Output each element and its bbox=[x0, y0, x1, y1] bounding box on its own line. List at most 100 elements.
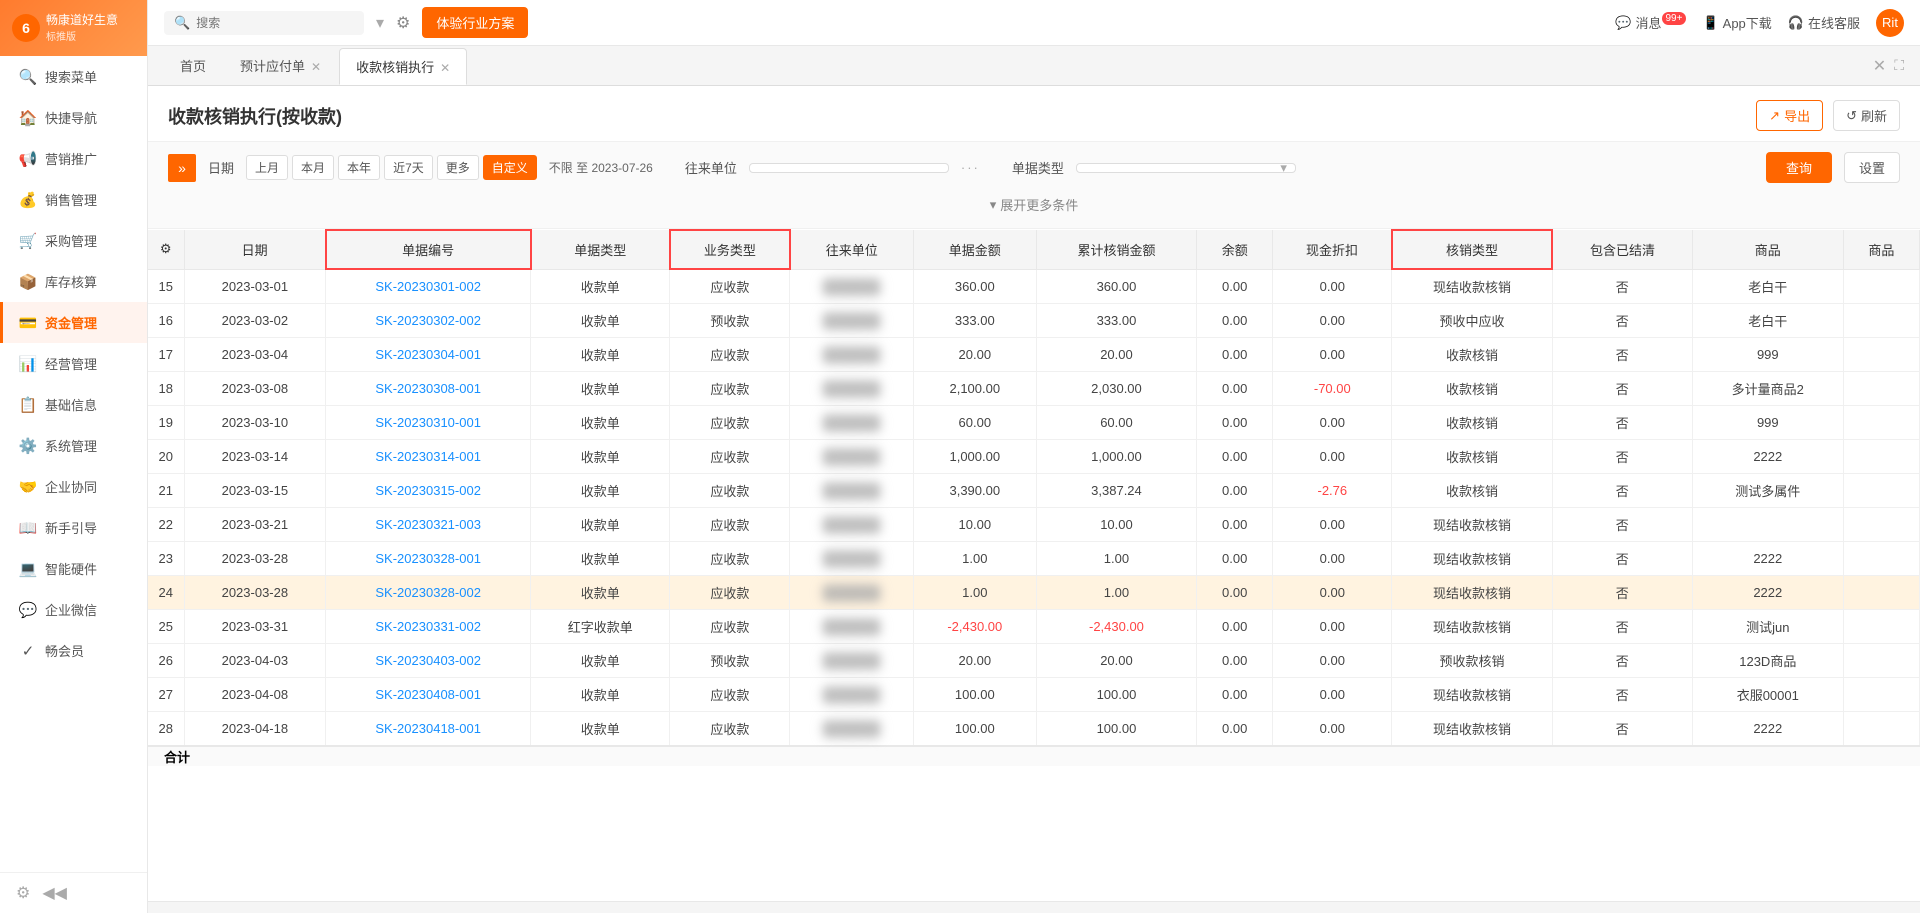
sidebar-item-basic[interactable]: 📋 基础信息 bbox=[0, 384, 147, 425]
sidebar-item-search[interactable]: 🔍 搜索菜单 bbox=[0, 56, 147, 97]
voucher-type-select[interactable]: ▾ bbox=[1076, 163, 1296, 173]
tab-receipt[interactable]: 收款核销执行✕ bbox=[339, 48, 467, 85]
sidebar-item-collab[interactable]: 🤝 企业协同 bbox=[0, 466, 147, 507]
col-settings[interactable]: ⚙ bbox=[148, 230, 184, 269]
sidebar-item-hardware[interactable]: 💻 智能硬件 bbox=[0, 548, 147, 589]
member-label: 畅会员 bbox=[45, 641, 84, 660]
headset-icon: 🎧 bbox=[1788, 15, 1804, 31]
member-icon: ✓ bbox=[19, 642, 37, 660]
cell-voucher-no-1[interactable]: SK-20230302-002 bbox=[326, 304, 531, 338]
cell-voucher-type-12: 收款单 bbox=[531, 678, 670, 712]
cell-partner-8: ██████ bbox=[790, 542, 914, 576]
hardware-icon: 💻 bbox=[19, 560, 37, 578]
expand-more-btn[interactable]: ▾ 展开更多条件 bbox=[168, 191, 1900, 218]
cell-voucher-no-10[interactable]: SK-20230331-002 bbox=[326, 610, 531, 644]
date-7days-btn[interactable]: 近7天 bbox=[384, 155, 433, 180]
cell-include-settled-13: 否 bbox=[1552, 712, 1692, 747]
refresh-icon: ↺ bbox=[1846, 108, 1857, 124]
marketing-label: 营销推广 bbox=[45, 149, 97, 168]
cell-cancel-type-10: 现结收款核销 bbox=[1392, 610, 1552, 644]
cell-cumulative-7: 10.00 bbox=[1036, 508, 1196, 542]
sidebar-item-finance[interactable]: 💳 资金管理 bbox=[0, 302, 147, 343]
finance-icon: 💳 bbox=[19, 314, 37, 332]
page-header-actions: ↗ 导出 ↺ 刷新 bbox=[1756, 100, 1900, 131]
cell-voucher-no-4[interactable]: SK-20230310-001 bbox=[326, 406, 531, 440]
sidebar-item-guide[interactable]: 📖 新手引导 bbox=[0, 507, 147, 548]
cell-no-13: 28 bbox=[148, 712, 184, 747]
cell-date-0: 2023-03-01 bbox=[184, 269, 326, 304]
close-tab-icon[interactable]: ✕ bbox=[1873, 56, 1886, 76]
horizontal-scrollbar[interactable] bbox=[148, 901, 1920, 913]
topbar-search-box[interactable]: 🔍 bbox=[164, 11, 364, 35]
hardware-label: 智能硬件 bbox=[45, 559, 97, 578]
date-this-month-btn[interactable]: 本月 bbox=[292, 155, 334, 180]
date-this-year-btn[interactable]: 本年 bbox=[338, 155, 380, 180]
cell-voucher-no-2[interactable]: SK-20230304-001 bbox=[326, 338, 531, 372]
tab-close-presettle[interactable]: ✕ bbox=[311, 60, 321, 74]
cell-voucher-no-7[interactable]: SK-20230321-003 bbox=[326, 508, 531, 542]
refresh-btn[interactable]: ↺ 刷新 bbox=[1833, 100, 1900, 131]
operation-icon: 📊 bbox=[19, 355, 37, 373]
date-more-btn[interactable]: 更多 bbox=[437, 155, 479, 180]
sidebar-item-wechat[interactable]: 💬 企业微信 bbox=[0, 589, 147, 630]
cell-voucher-type-0: 收款单 bbox=[531, 269, 670, 304]
date-last-month-btn[interactable]: 上月 bbox=[246, 155, 288, 180]
dropdown-arrow-icon[interactable]: ▾ bbox=[376, 13, 384, 33]
cell-voucher-no-5[interactable]: SK-20230314-001 bbox=[326, 440, 531, 474]
industry-btn[interactable]: 体验行业方案 bbox=[422, 7, 528, 38]
user-avatar[interactable]: Rit bbox=[1876, 9, 1904, 37]
cell-cumulative-9: 1.00 bbox=[1036, 576, 1196, 610]
cell-no-0: 15 bbox=[148, 269, 184, 304]
cell-balance-2: 0.00 bbox=[1197, 338, 1273, 372]
query-btn[interactable]: 查询 bbox=[1766, 152, 1832, 183]
date-custom-btn[interactable]: 自定义 bbox=[483, 155, 537, 180]
cell-voucher-no-0[interactable]: SK-20230301-002 bbox=[326, 269, 531, 304]
cell-partner-7: ██████ bbox=[790, 508, 914, 542]
sidebar-item-inventory[interactable]: 📦 库存核算 bbox=[0, 261, 147, 302]
sidebar-item-operation[interactable]: 📊 经营管理 bbox=[0, 343, 147, 384]
filter-row-1: » 日期 上月 本月 本年 近7天 更多 自定义 不限 至 2023-07-26… bbox=[168, 152, 1900, 183]
cell-product2-6 bbox=[1843, 474, 1919, 508]
cell-balance-5: 0.00 bbox=[1197, 440, 1273, 474]
app-download-btn[interactable]: 📱 App下载 bbox=[1702, 13, 1771, 32]
cell-cumulative-11: 20.00 bbox=[1036, 644, 1196, 678]
collapse-icon[interactable]: ◀◀ bbox=[42, 883, 67, 903]
setting-btn[interactable]: 设置 bbox=[1844, 152, 1900, 183]
gear-icon[interactable]: ⚙ bbox=[396, 13, 410, 33]
messages-btn[interactable]: 💬 消息 99+ bbox=[1615, 13, 1686, 32]
cell-voucher-no-11[interactable]: SK-20230403-002 bbox=[326, 644, 531, 678]
cell-voucher-no-13[interactable]: SK-20230418-001 bbox=[326, 712, 531, 747]
cell-discount-11: 0.00 bbox=[1273, 644, 1392, 678]
tab-presettle[interactable]: 预计应付单✕ bbox=[224, 48, 337, 83]
sidebar-item-quick[interactable]: 🏠 快捷导航 bbox=[0, 97, 147, 138]
tab-close-receipt[interactable]: ✕ bbox=[440, 61, 450, 75]
cell-date-10: 2023-03-31 bbox=[184, 610, 326, 644]
cell-voucher-no-9[interactable]: SK-20230328-002 bbox=[326, 576, 531, 610]
cell-biz-type-1: 预收款 bbox=[670, 304, 790, 338]
export-btn[interactable]: ↗ 导出 bbox=[1756, 100, 1823, 131]
tab-home[interactable]: 首页 bbox=[164, 48, 222, 83]
wechat-label: 企业微信 bbox=[45, 600, 97, 619]
cell-cancel-type-6: 收款核销 bbox=[1392, 474, 1552, 508]
settings-icon[interactable]: ⚙ bbox=[16, 883, 30, 903]
sidebar-item-marketing[interactable]: 📢 营销推广 bbox=[0, 138, 147, 179]
sidebar-item-member[interactable]: ✓ 畅会员 bbox=[0, 630, 147, 671]
partner-input[interactable] bbox=[749, 163, 949, 173]
filter-toggle-btn[interactable]: » bbox=[168, 154, 196, 182]
cell-voucher-no-3[interactable]: SK-20230308-001 bbox=[326, 372, 531, 406]
cell-include-settled-1: 否 bbox=[1552, 304, 1692, 338]
col-voucher-type: 单据类型 bbox=[531, 230, 670, 269]
maximize-tab-icon[interactable]: ⛶ bbox=[1894, 57, 1904, 74]
online-service-btn[interactable]: 🎧 在线客服 bbox=[1788, 13, 1860, 32]
sidebar-item-purchase[interactable]: 🛒 采购管理 bbox=[0, 220, 147, 261]
table-row: 26 2023-04-03 SK-20230403-002 收款单 预收款 ██… bbox=[148, 644, 1920, 678]
cell-amount-8: 1.00 bbox=[913, 542, 1036, 576]
cell-voucher-no-6[interactable]: SK-20230315-002 bbox=[326, 474, 531, 508]
cell-voucher-no-8[interactable]: SK-20230328-001 bbox=[326, 542, 531, 576]
sidebar-item-system[interactable]: ⚙️ 系统管理 bbox=[0, 425, 147, 466]
cell-balance-9: 0.00 bbox=[1197, 576, 1273, 610]
cell-voucher-no-12[interactable]: SK-20230408-001 bbox=[326, 678, 531, 712]
cell-voucher-type-8: 收款单 bbox=[531, 542, 670, 576]
sidebar-item-sales[interactable]: 💰 销售管理 bbox=[0, 179, 147, 220]
search-input[interactable] bbox=[196, 16, 354, 30]
